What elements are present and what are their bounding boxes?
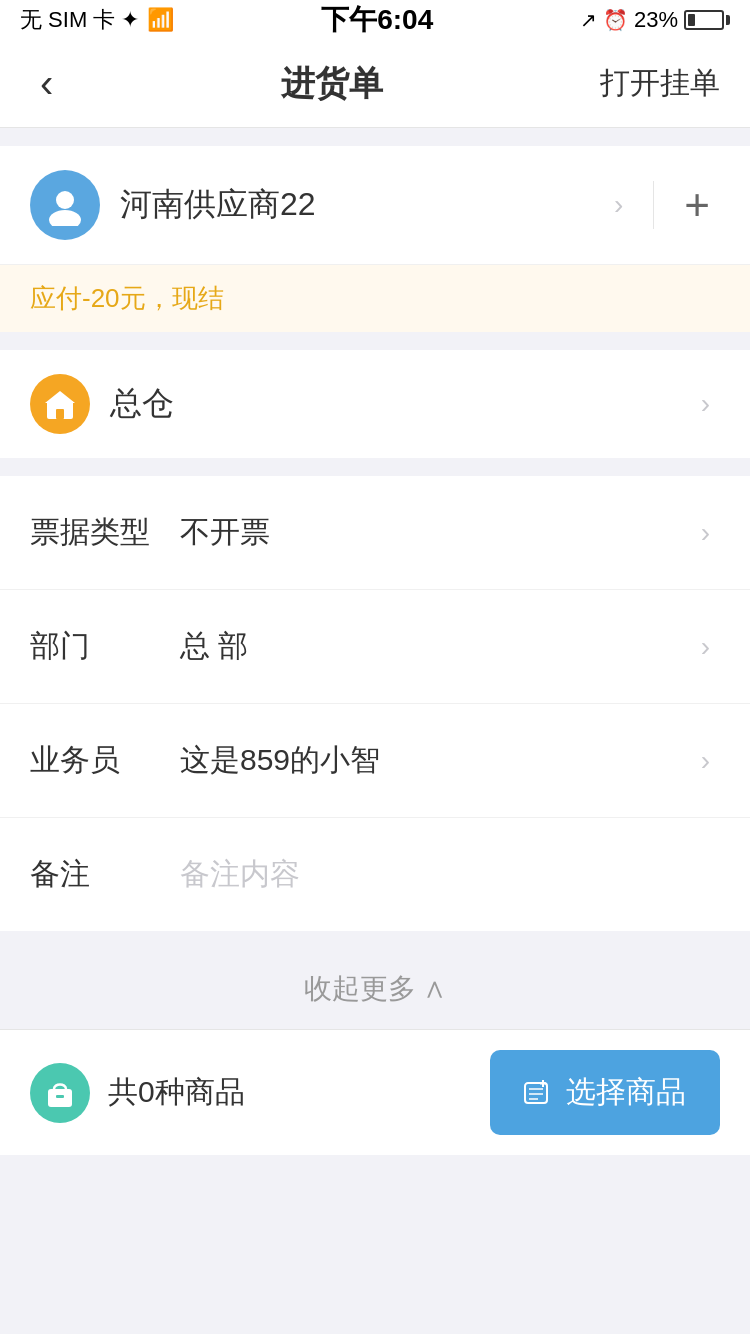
status-left: 无 SIM 卡 ✦ 📶 (20, 5, 174, 35)
battery-label: 23% (634, 7, 678, 33)
back-button[interactable]: ‹ (30, 51, 63, 116)
gray-fill-area (0, 1155, 750, 1334)
remark-input[interactable]: 备注内容 (180, 854, 720, 895)
shopping-bag-icon (42, 1075, 78, 1111)
wifi-icon: 📶 (147, 7, 174, 33)
product-count-area: 共0种商品 (30, 1063, 245, 1123)
invoice-type-label: 票据类型 (30, 512, 180, 553)
no-sim-label: 无 SIM 卡 ✦ (20, 5, 139, 35)
collapse-label: 收起更多 ∧ (304, 970, 447, 1008)
supplier-avatar (30, 170, 100, 240)
supplier-card: 河南供应商22 › + 应付-20元，现结 (0, 146, 750, 332)
open-pending-button[interactable]: 打开挂单 (600, 63, 720, 104)
department-value: 总 部 (180, 626, 701, 667)
divider (653, 181, 654, 229)
salesperson-label: 业务员 (30, 740, 180, 781)
salesperson-row[interactable]: 业务员 这是859的小智 › (0, 704, 750, 818)
avatar-icon (44, 184, 86, 226)
svg-rect-4 (56, 409, 64, 419)
warehouse-icon-circle (30, 374, 90, 434)
product-icon-circle (30, 1063, 90, 1123)
location-icon: ↗ (580, 8, 597, 32)
main-content: 河南供应商22 › + 应付-20元，现结 总仓 › 票据类型 不开票 (0, 146, 750, 1334)
select-product-label: 选择商品 (566, 1072, 686, 1113)
department-row[interactable]: 部门 总 部 › (0, 590, 750, 704)
battery-icon (684, 10, 730, 30)
add-button[interactable]: + (674, 180, 720, 230)
warehouse-row[interactable]: 总仓 › (0, 350, 750, 458)
page-title: 进货单 (281, 61, 383, 107)
warehouse-card: 总仓 › (0, 350, 750, 458)
warehouse-icon (43, 387, 77, 421)
salesperson-value: 这是859的小智 (180, 740, 701, 781)
invoice-type-row[interactable]: 票据类型 不开票 › (0, 476, 750, 590)
nav-bar: ‹ 进货单 打开挂单 (0, 40, 750, 128)
status-time: 下午6:04 (321, 1, 433, 39)
supplier-row[interactable]: 河南供应商22 › + (0, 146, 750, 265)
supplier-chevron-icon: › (614, 189, 623, 221)
select-product-button[interactable]: 选择商品 (490, 1050, 720, 1135)
status-right: ↗ ⏰ 23% (580, 7, 730, 33)
invoice-type-value: 不开票 (180, 512, 701, 553)
collapse-bar[interactable]: 收起更多 ∧ (0, 949, 750, 1029)
product-count-label: 共0种商品 (108, 1072, 245, 1113)
supplier-notice: 应付-20元，现结 (0, 265, 750, 332)
select-product-icon (524, 1079, 554, 1107)
supplier-name: 河南供应商22 (120, 183, 614, 227)
bottom-bar: 共0种商品 选择商品 (0, 1029, 750, 1155)
department-chevron-icon: › (701, 631, 710, 663)
remark-row[interactable]: 备注 备注内容 (0, 818, 750, 931)
status-bar: 无 SIM 卡 ✦ 📶 下午6:04 ↗ ⏰ 23% (0, 0, 750, 40)
invoice-type-chevron-icon: › (701, 517, 710, 549)
svg-point-0 (56, 191, 74, 209)
alarm-icon: ⏰ (603, 8, 628, 32)
department-label: 部门 (30, 626, 180, 667)
svg-rect-6 (56, 1095, 64, 1098)
svg-marker-3 (45, 391, 75, 403)
form-section: 票据类型 不开票 › 部门 总 部 › 业务员 这是859的小智 › 备注 备注… (0, 476, 750, 931)
salesperson-chevron-icon: › (701, 745, 710, 777)
remark-label: 备注 (30, 854, 180, 895)
warehouse-chevron-icon: › (701, 388, 710, 420)
svg-point-1 (49, 210, 81, 226)
warehouse-name: 总仓 (110, 382, 701, 426)
